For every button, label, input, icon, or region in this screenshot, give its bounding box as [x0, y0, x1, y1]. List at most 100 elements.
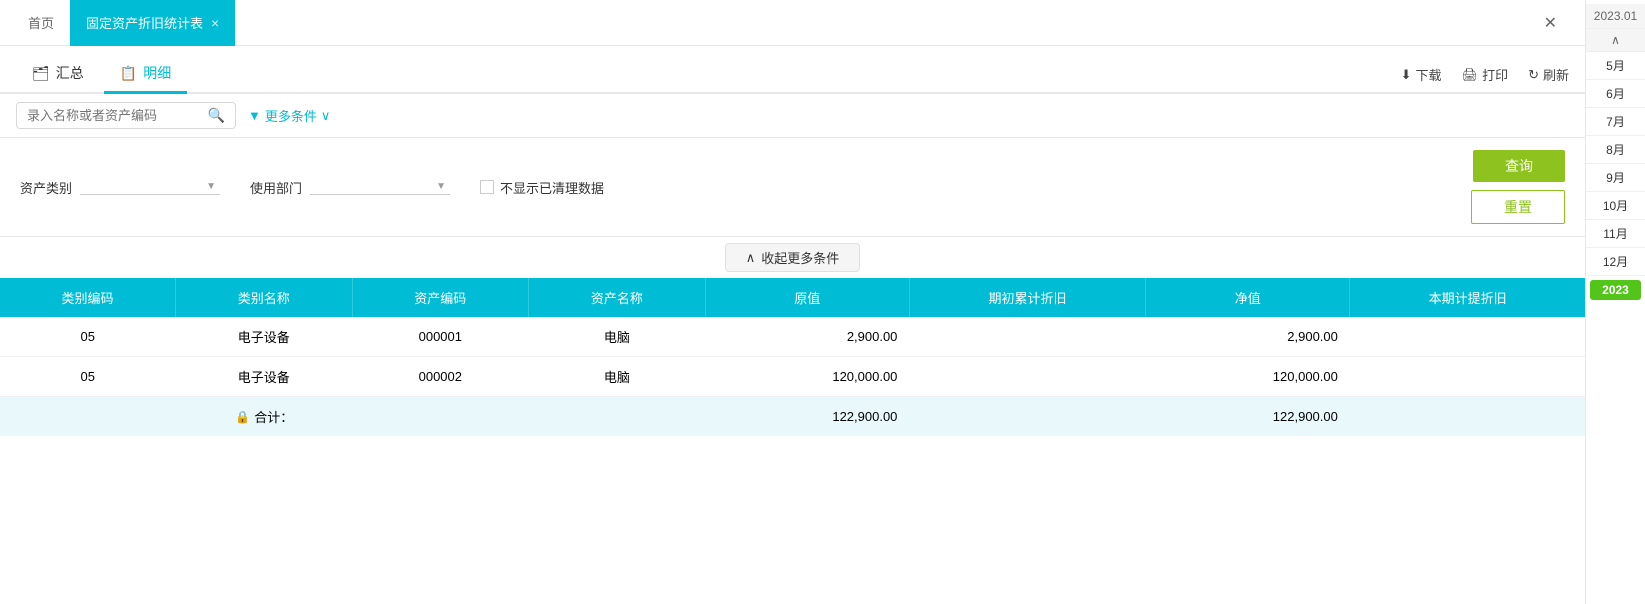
cell-current-depreciation [1350, 357, 1585, 397]
date-header: 2023.01 [1586, 4, 1645, 29]
hide-cleared-field[interactable]: 不显示已清理数据 [480, 178, 604, 197]
total-asset-name [529, 397, 706, 437]
refresh-btn[interactable]: ↻ 刷新 [1528, 65, 1569, 84]
cell-net-value: 120,000.00 [1146, 357, 1350, 397]
search-input[interactable] [27, 108, 202, 123]
date-nav-up[interactable]: ∧ [1586, 29, 1645, 52]
active-tab[interactable]: 固定资产折旧统计表 × [70, 0, 235, 46]
asset-category-label: 资产类别 [20, 178, 72, 197]
use-department-select[interactable]: ▼ [310, 179, 450, 195]
date-month-6[interactable]: 6月 [1586, 80, 1645, 108]
table-row[interactable]: 05 电子设备 000002 电脑 120,000.00 120,000.00 [0, 357, 1585, 397]
total-accumulated [909, 397, 1145, 437]
query-btn[interactable]: 查询 [1473, 150, 1565, 182]
col-asset-name: 资产名称 [529, 278, 706, 317]
filter-actions: 查询 重置 [1471, 150, 1565, 224]
total-original-value: 122,900.00 [705, 397, 909, 437]
tab-detail-label: 明细 [143, 63, 171, 83]
cell-original-value: 120,000.00 [705, 357, 909, 397]
more-conditions-label: 更多条件 [265, 106, 317, 125]
date-panel: 2023.01 ∧ 5月 6月 7月 8月 9月 10月 11月 12月 202… [1585, 0, 1645, 604]
cell-category-name: 电子设备 [175, 317, 352, 357]
date-month-11[interactable]: 11月 [1586, 220, 1645, 248]
nav-home[interactable]: 首页 [12, 13, 70, 32]
cell-asset-code: 000002 [352, 357, 529, 397]
tabs-row: 🗂 汇总 📋 明细 ⬇ 下载 🖨 打印 ↻ [0, 46, 1585, 94]
use-department-field: 使用部门 ▼ [250, 178, 450, 197]
tabs-right: ⬇ 下载 🖨 打印 ↻ 刷新 [1401, 65, 1569, 92]
col-accumulated-depreciation: 期初累计折旧 [909, 278, 1145, 317]
adv-filter-row: 资产类别 ▼ 使用部门 ▼ 不显示已清理数据 [20, 150, 1565, 224]
filter-icon: ▼ [248, 108, 261, 123]
more-conditions-btn[interactable]: ▼ 更多条件 ∨ [248, 106, 330, 125]
table-container: 类别编码 类别名称 资产编码 资产名称 原值 期初累计折旧 净值 本期计提折旧 … [0, 278, 1585, 604]
search-wrapper[interactable]: 🔍 [16, 102, 236, 129]
col-category-name: 类别名称 [175, 278, 352, 317]
content-wrapper: 🗂 汇总 📋 明细 ⬇ 下载 🖨 打印 ↻ [0, 46, 1585, 604]
chevron-down-icon: ∨ [321, 108, 331, 124]
cell-accumulated-depreciation [909, 317, 1145, 357]
collapse-label: 收起更多条件 [761, 248, 839, 267]
detail-icon: 📋 [120, 65, 137, 82]
refresh-icon: ↻ [1528, 67, 1539, 83]
cell-net-value: 2,900.00 [1146, 317, 1350, 357]
collapse-bar: ∧ 收起更多条件 [0, 237, 1585, 278]
download-label: 下载 [1416, 65, 1442, 84]
cell-current-depreciation [1350, 317, 1585, 357]
cell-asset-name: 电脑 [529, 317, 706, 357]
date-month-9[interactable]: 9月 [1586, 164, 1645, 192]
total-row: 🔒 合计： 122,900.00 122,900.00 [0, 397, 1585, 437]
col-net-value: 净值 [1146, 278, 1350, 317]
adv-filter: 资产类别 ▼ 使用部门 ▼ 不显示已清理数据 [0, 138, 1585, 237]
col-asset-code: 资产编码 [352, 278, 529, 317]
search-icon[interactable]: 🔍 [208, 107, 225, 124]
hide-cleared-label: 不显示已清理数据 [500, 178, 604, 197]
refresh-label: 刷新 [1543, 65, 1569, 84]
cell-asset-name: 电脑 [529, 357, 706, 397]
asset-category-arrow: ▼ [206, 181, 216, 192]
tab-summary[interactable]: 🗂 汇总 [16, 55, 100, 94]
table-header: 类别编码 类别名称 资产编码 资产名称 原值 期初累计折旧 净值 本期计提折旧 [0, 278, 1585, 317]
filter-bar: 🔍 ▼ 更多条件 ∨ [0, 94, 1585, 138]
hide-cleared-checkbox[interactable] [480, 180, 494, 194]
tabs-left: 🗂 汇总 📋 明细 [16, 55, 187, 92]
use-department-arrow: ▼ [436, 181, 446, 192]
asset-category-select[interactable]: ▼ [80, 179, 220, 195]
download-icon: ⬇ [1401, 67, 1412, 83]
date-year-badge[interactable]: 2023 [1590, 280, 1641, 300]
table-body: 05 电子设备 000001 电脑 2,900.00 2,900.00 05 电… [0, 317, 1585, 436]
total-current [1350, 397, 1585, 437]
table-row[interactable]: 05 电子设备 000001 电脑 2,900.00 2,900.00 [0, 317, 1585, 357]
cell-accumulated-depreciation [909, 357, 1145, 397]
col-original-value: 原值 [705, 278, 909, 317]
cell-category-code: 05 [0, 357, 175, 397]
total-label-cell: 🔒 合计： [0, 397, 529, 437]
reset-btn[interactable]: 重置 [1471, 190, 1565, 224]
print-btn[interactable]: 🖨 打印 [1462, 65, 1509, 84]
print-icon: 🖨 [1462, 67, 1479, 83]
asset-category-field: 资产类别 ▼ [20, 178, 220, 197]
date-month-12[interactable]: 12月 [1586, 248, 1645, 276]
date-month-5[interactable]: 5月 [1586, 52, 1645, 80]
use-department-label: 使用部门 [250, 178, 302, 197]
date-month-8[interactable]: 8月 [1586, 136, 1645, 164]
date-month-10[interactable]: 10月 [1586, 192, 1645, 220]
active-tab-label: 固定资产折旧统计表 [86, 13, 203, 32]
tab-summary-label: 汇总 [56, 63, 84, 83]
close-tab-btn[interactable]: × [211, 15, 219, 31]
cell-original-value: 2,900.00 [705, 317, 909, 357]
total-label-text: 合计： [254, 407, 293, 426]
total-icon: 🔒 [235, 410, 250, 424]
date-month-7[interactable]: 7月 [1586, 108, 1645, 136]
data-table: 类别编码 类别名称 资产编码 资产名称 原值 期初累计折旧 净值 本期计提折旧 … [0, 278, 1585, 436]
print-label: 打印 [1482, 65, 1508, 84]
tab-detail[interactable]: 📋 明细 [104, 55, 187, 94]
close-window-btn[interactable]: ✕ [1528, 13, 1573, 33]
summary-icon: 🗂 [32, 65, 50, 82]
cell-category-code: 05 [0, 317, 175, 357]
total-net-value: 122,900.00 [1146, 397, 1350, 437]
collapse-icon: ∧ [746, 250, 756, 266]
download-btn[interactable]: ⬇ 下载 [1401, 65, 1442, 84]
cell-asset-code: 000001 [352, 317, 529, 357]
collapse-btn[interactable]: ∧ 收起更多条件 [725, 243, 861, 272]
